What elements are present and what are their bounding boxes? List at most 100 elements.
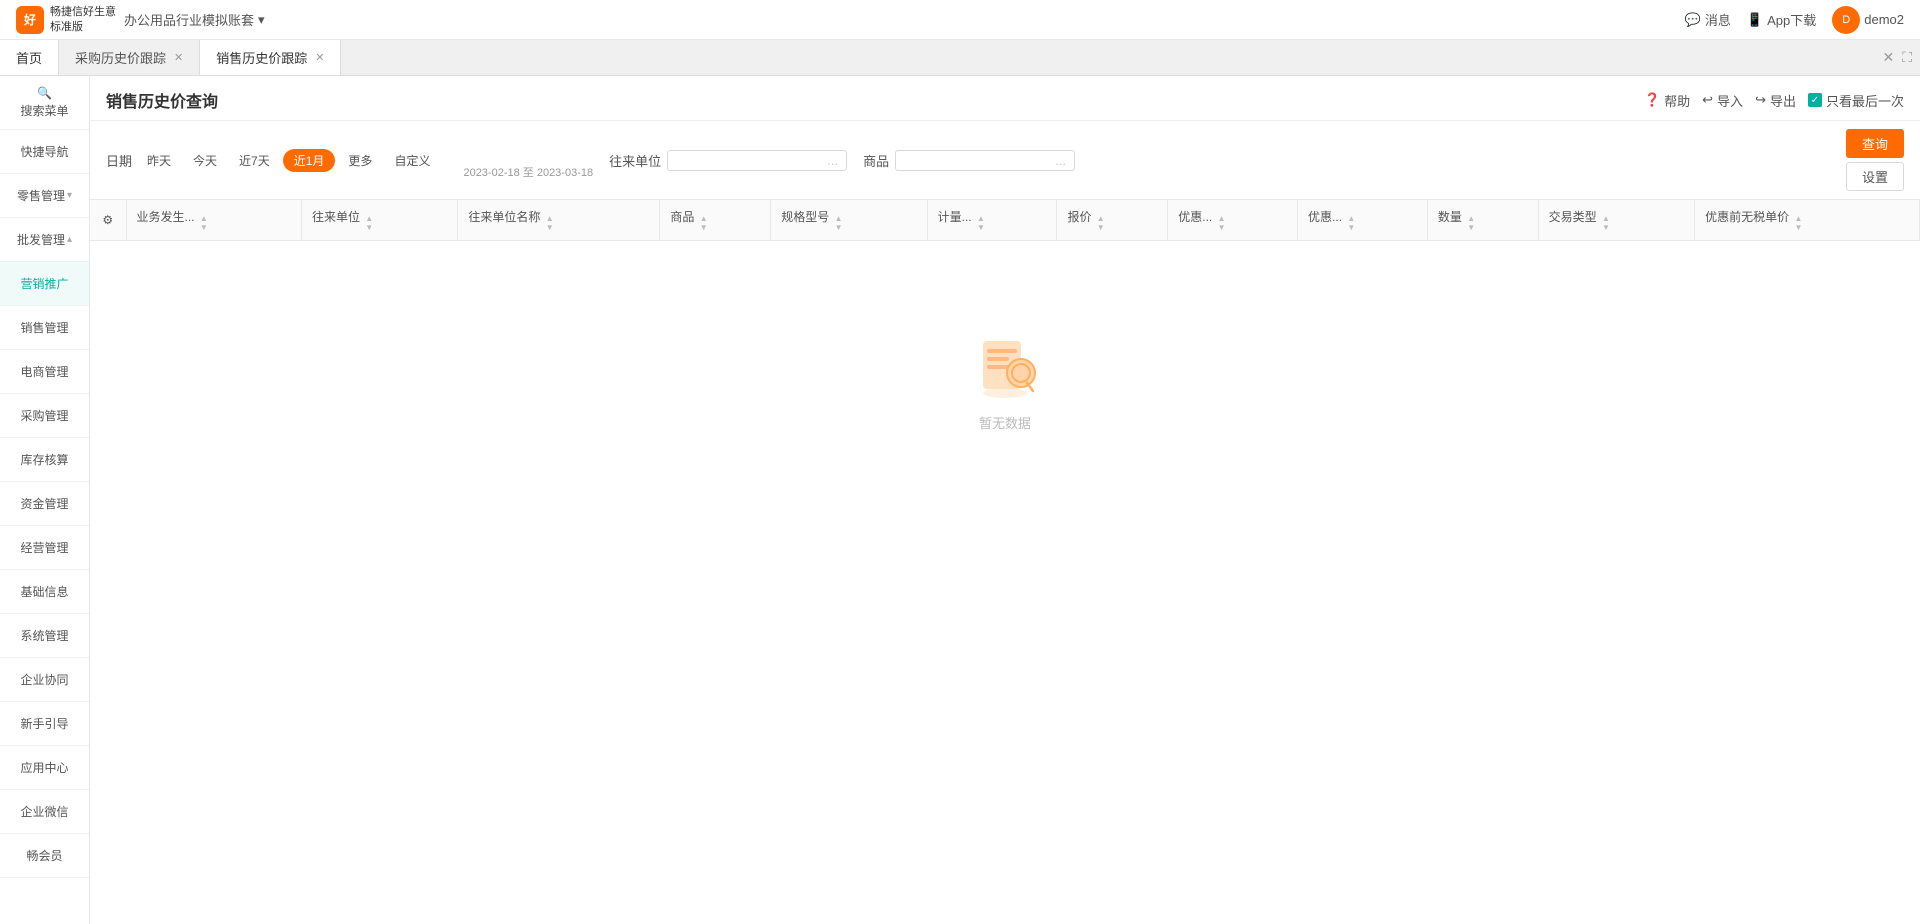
- sidebar-item-search[interactable]: 🔍 搜索菜单: [0, 76, 89, 130]
- sort-icon: ▲▼: [1467, 215, 1475, 232]
- sidebar-item-inventory[interactable]: 库存核算: [0, 438, 89, 482]
- tab-purchase-history[interactable]: 采购历史价跟踪 ✕: [59, 40, 200, 75]
- sidebar: 🔍 搜索菜单 快捷导航 零售管理 ▾ 批发管理 ▴ 营销推广 销售管理 电商管理: [0, 76, 90, 924]
- th-unit-code[interactable]: 往来单位 ▲▼: [301, 200, 457, 241]
- sort-icon: ▲▼: [1602, 215, 1610, 232]
- date-range-text: 2023-02-18 至 2023-03-18: [463, 164, 593, 180]
- th-quote[interactable]: 报价 ▲▼: [1057, 200, 1168, 241]
- import-button[interactable]: ↩ 导入: [1702, 91, 1743, 110]
- sidebar-item-purchase[interactable]: 采购管理: [0, 394, 89, 438]
- source-unit-label: 往来单位: [609, 151, 661, 170]
- date-filter-group: 日期 昨天 今天 近7天 近1月 更多 自定义: [106, 149, 439, 172]
- source-unit-dots: ...: [827, 153, 838, 168]
- avatar: D: [1832, 6, 1860, 34]
- top-header: 好 畅捷信好生意 标准版 办公用品行业模拟账套 ▾ 💬 消息 📱 App下载 D…: [0, 0, 1920, 40]
- data-table: ⚙ 业务发生... ▲▼ 往来单位 ▲▼ 往来单位名称 ▲▼: [90, 200, 1920, 241]
- sidebar-item-ecommerce[interactable]: 电商管理: [0, 350, 89, 394]
- settings-icon: ⚙: [102, 213, 113, 227]
- date-btn-7days[interactable]: 近7天: [230, 149, 279, 172]
- search-icon: 🔍: [37, 86, 52, 100]
- export-icon: ↪: [1755, 92, 1766, 108]
- only-last-checkbox[interactable]: ✓: [1808, 93, 1822, 107]
- date-filter-label: 日期: [106, 151, 132, 170]
- sidebar-item-sales[interactable]: 销售管理: [0, 306, 89, 350]
- th-unit[interactable]: 计量... ▲▼: [927, 200, 1057, 241]
- th-settings[interactable]: ⚙: [90, 200, 126, 241]
- sidebar-item-enterprise[interactable]: 企业协同: [0, 658, 89, 702]
- chevron-down-icon: ▾: [258, 12, 265, 28]
- sidebar-item-member[interactable]: 畅会员: [0, 834, 89, 878]
- sort-icon: ▲▼: [365, 215, 373, 232]
- filter-settings-button[interactable]: 设置: [1846, 162, 1904, 191]
- sidebar-item-finance[interactable]: 资金管理: [0, 482, 89, 526]
- th-discount2[interactable]: 优惠... ▲▼: [1298, 200, 1428, 241]
- tab-sales-history[interactable]: 销售历史价跟踪 ✕: [200, 40, 341, 75]
- message-button[interactable]: 💬 消息: [1685, 10, 1731, 29]
- sort-icon: ▲▼: [546, 215, 554, 232]
- date-range-display: 2023-02-18 至 2023-03-18: [463, 140, 593, 180]
- th-trade-type[interactable]: 交易类型 ▲▼: [1538, 200, 1694, 241]
- sidebar-item-marketing[interactable]: 营销推广: [0, 262, 89, 306]
- sidebar-item-retail[interactable]: 零售管理 ▾: [0, 174, 89, 218]
- tab-close-sales[interactable]: ✕: [315, 51, 324, 64]
- only-last-checkbox-area[interactable]: ✓ 只看最后一次: [1808, 91, 1904, 110]
- sidebar-item-guide[interactable]: 新手引导: [0, 702, 89, 746]
- th-biz-date[interactable]: 业务发生... ▲▼: [126, 200, 301, 241]
- sidebar-item-operations[interactable]: 经营管理: [0, 526, 89, 570]
- sort-icon: ▲▼: [1218, 215, 1226, 232]
- th-qty[interactable]: 数量 ▲▼: [1427, 200, 1538, 241]
- goods-label: 商品: [863, 151, 889, 170]
- chevron-down-icon: ▾: [67, 190, 72, 201]
- date-btn-1month[interactable]: 近1月: [283, 149, 336, 172]
- app-download-button[interactable]: 📱 App下载: [1747, 10, 1816, 29]
- table-header-row: ⚙ 业务发生... ▲▼ 往来单位 ▲▼ 往来单位名称 ▲▼: [90, 200, 1920, 241]
- table-container: ⚙ 业务发生... ▲▼ 往来单位 ▲▼ 往来单位名称 ▲▼: [90, 199, 1920, 924]
- th-goods[interactable]: 商品 ▲▼: [660, 200, 771, 241]
- th-discount1[interactable]: 优惠... ▲▼: [1168, 200, 1298, 241]
- help-icon: ❓: [1644, 92, 1660, 108]
- goods-input[interactable]: ...: [895, 150, 1075, 171]
- tab-close-all-button[interactable]: ✕: [1882, 49, 1894, 66]
- help-button[interactable]: ❓ 帮助: [1644, 91, 1690, 110]
- date-btn-more[interactable]: 更多: [339, 149, 381, 172]
- filter-bar: 日期 昨天 今天 近7天 近1月 更多 自定义 2023-02-18 至 202…: [90, 121, 1920, 199]
- sidebar-item-shortcut[interactable]: 快捷导航: [0, 130, 89, 174]
- th-unit-name[interactable]: 往来单位名称 ▲▼: [458, 200, 660, 241]
- download-icon: 📱: [1747, 12, 1763, 28]
- tab-close-purchase[interactable]: ✕: [174, 51, 183, 64]
- user-menu[interactable]: D demo2: [1832, 6, 1904, 34]
- app-selector[interactable]: 办公用品行业模拟账套 ▾: [124, 10, 265, 29]
- source-unit-input[interactable]: ...: [667, 150, 847, 171]
- main-layout: 🔍 搜索菜单 快捷导航 零售管理 ▾ 批发管理 ▴ 营销推广 销售管理 电商管理: [0, 76, 1920, 924]
- tab-home[interactable]: 首页: [0, 40, 59, 75]
- export-button[interactable]: ↪ 导出: [1755, 91, 1796, 110]
- sidebar-item-basic[interactable]: 基础信息: [0, 570, 89, 614]
- goods-filter-group: 商品 ...: [863, 150, 1075, 171]
- date-btn-today[interactable]: 今天: [184, 149, 226, 172]
- sidebar-item-wechat[interactable]: 企业微信: [0, 790, 89, 834]
- page-header-actions: ❓ 帮助 ↩ 导入 ↪ 导出 ✓ 只看最后一次: [1644, 91, 1904, 110]
- sidebar-item-wholesale[interactable]: 批发管理 ▴: [0, 218, 89, 262]
- th-no-tax-price[interactable]: 优惠前无税单价 ▲▼: [1695, 200, 1920, 241]
- sidebar-item-system[interactable]: 系统管理: [0, 614, 89, 658]
- logo-area: 好 畅捷信好生意 标准版: [16, 5, 116, 34]
- source-unit-filter-group: 往来单位 ...: [609, 150, 847, 171]
- sort-icon: ▲▼: [1794, 215, 1802, 232]
- empty-state: 暂无数据: [90, 241, 1920, 512]
- logo-text: 畅捷信好生意 标准版: [50, 5, 116, 34]
- sort-icon: ▲▼: [1347, 215, 1355, 232]
- date-btn-custom[interactable]: 自定义: [385, 149, 439, 172]
- th-spec[interactable]: 规格型号 ▲▼: [771, 200, 927, 241]
- tab-bar-actions: ✕ ⛶: [1882, 49, 1920, 66]
- import-icon: ↩: [1702, 92, 1713, 108]
- tab-fullscreen-button[interactable]: ⛶: [1902, 49, 1912, 66]
- query-button[interactable]: 查询: [1846, 129, 1904, 158]
- date-buttons: 昨天 今天 近7天 近1月 更多 自定义: [138, 149, 439, 172]
- header-left: 好 畅捷信好生意 标准版 办公用品行业模拟账套 ▾: [16, 5, 265, 34]
- date-btn-yesterday[interactable]: 昨天: [138, 149, 180, 172]
- sidebar-item-apps[interactable]: 应用中心: [0, 746, 89, 790]
- sort-icon: ▲▼: [1097, 215, 1105, 232]
- goods-dots: ...: [1055, 153, 1066, 168]
- sort-icon: ▲▼: [977, 215, 985, 232]
- sort-icon: ▲▼: [700, 215, 708, 232]
